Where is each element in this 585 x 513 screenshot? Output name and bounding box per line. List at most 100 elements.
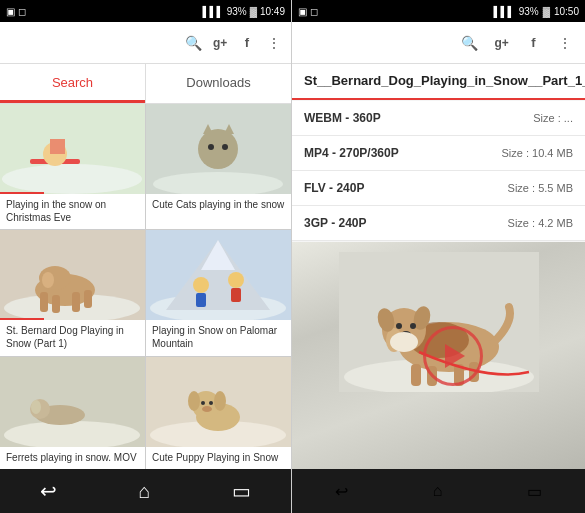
back-button-left[interactable]: ↩ [28,473,69,509]
svg-point-25 [193,277,209,293]
svg-point-20 [42,272,54,288]
format-row-0[interactable]: WEBM - 360P Size : ... [292,101,585,136]
home-button-left[interactable]: ⌂ [126,474,162,509]
svg-point-42 [202,406,212,412]
right-status-bar: ▣ ◻ ▌▌▌ 93% ▓ 10:50 [292,0,585,22]
video-preview-box[interactable] [292,242,585,469]
right-status-icons: ▌▌▌ 93% ▓ 10:49 [202,6,285,17]
right-clock: 10:50 [554,6,579,17]
googleplus-icon[interactable]: g+ [211,29,230,57]
left-search-input[interactable]: playing in snow [8,35,176,50]
search-icon[interactable]: 🔍 [184,29,203,57]
video-card-4[interactable]: Playing in Snow on Palomar Mountain [146,230,291,355]
svg-point-39 [214,391,226,411]
svg-rect-16 [40,292,48,312]
svg-point-52 [410,323,416,329]
play-button-overlay[interactable] [423,326,483,386]
video-title-3: St. Bernard Dog Playing in Snow (Part 1) [0,320,145,354]
format-size-2: Size : 5.5 MB [508,182,573,194]
facebook-icon[interactable]: f [238,29,257,57]
more-menu-icon[interactable]: ⋮ [264,29,283,57]
video-card-2[interactable]: Cute Cats playing in the snow [146,104,291,229]
video-thumb-6 [146,357,291,447]
svg-point-7 [198,129,238,169]
right-search-icon[interactable]: 🔍 [458,29,482,57]
left-bottom-nav: ↩ ⌂ ▭ [0,469,291,513]
video-card-6[interactable]: Cute Puppy Playing in Snow [146,357,291,469]
svg-rect-54 [411,364,421,386]
signal-bar-icon: ▌▌▌ [202,6,223,17]
svg-point-40 [201,401,205,405]
format-row-1[interactable]: MP4 - 270P/360P Size : 10.4 MB [292,136,585,171]
format-size-3: Size : 4.2 MB [508,217,573,229]
right-signal-percent: 93% [519,6,539,17]
tab-search[interactable]: Search [0,64,145,103]
video-card-5[interactable]: Ferrets playing in snow. MOV [0,357,145,469]
right-status-right-icons: ▌▌▌ 93% ▓ 10:50 [493,6,579,17]
left-status-icons: ▣ ◻ [6,6,26,17]
home-button-right[interactable]: ⌂ [433,482,443,500]
svg-point-58 [390,332,418,352]
svg-point-38 [188,391,200,411]
video-card-3[interactable]: St. Bernard Dog Playing in Snow (Part 1) [0,230,145,355]
video-title-2: Cute Cats playing in the snow [146,194,291,215]
thumb-svg-2 [146,104,291,194]
format-row-2[interactable]: FLV - 240P Size : 5.5 MB [292,171,585,206]
right-panel: ▣ ◻ ▌▌▌ 93% ▓ 10:50 playing in snow 🔍 g+… [292,0,585,513]
right-search-input[interactable]: playing in snow [300,36,450,50]
clock: 10:49 [260,6,285,17]
recents-button-left[interactable]: ▭ [220,473,263,509]
right-bottom-nav: ↩ ⌂ ▭ [292,469,585,513]
thumb-svg-6 [146,357,291,447]
thumb-svg-3 [0,230,145,320]
tab-downloads[interactable]: Downloads [146,64,291,103]
format-name-3: 3GP - 240P [304,216,366,230]
signal-percent: 93% [227,6,247,17]
right-battery-icon: ▓ [543,6,550,17]
play-triangle-icon [445,344,465,368]
video-title-1: Playing in the snow on Christmas Eve [0,194,145,228]
video-title-5: Ferrets playing in snow. MOV [0,447,145,468]
video-thumb-5 [0,357,145,447]
svg-rect-17 [52,295,60,313]
video-title-6: Cute Puppy Playing in Snow [146,447,291,468]
left-panel: ▣ ◻ ▌▌▌ 93% ▓ 10:49 playing in snow 🔍 g+… [0,0,292,513]
svg-rect-19 [84,290,92,308]
svg-point-41 [209,401,213,405]
thumb-svg-5 [0,357,145,447]
format-size-1: Size : 10.4 MB [501,147,573,159]
progress-bar-1 [0,192,44,194]
back-button-right[interactable]: ↩ [335,482,348,501]
format-row-3[interactable]: 3GP - 240P Size : 4.2 MB [292,206,585,241]
left-search-bar: playing in snow 🔍 g+ f ⋮ [0,22,291,64]
video-thumb-3 [0,230,145,320]
right-googleplus-icon[interactable]: g+ [490,29,514,57]
right-facebook-icon[interactable]: f [522,29,546,57]
progress-bar-3 [0,318,44,320]
right-search-bar: playing in snow 🔍 g+ f ⋮ [292,22,585,64]
right-status-left-icons: ▣ ◻ [298,6,318,17]
tab-bar: Search Downloads [0,64,291,104]
video-thumb-1 [0,104,145,194]
svg-point-27 [228,272,244,288]
video-grid: Playing in the snow on Christmas Eve Cut… [0,104,291,469]
video-thumb-4 [146,230,291,320]
svg-point-11 [222,144,228,150]
svg-point-33 [31,400,41,414]
left-status-bar: ▣ ◻ ▌▌▌ 93% ▓ 10:49 [0,0,291,22]
right-more-menu-icon[interactable]: ⋮ [553,29,577,57]
video-card-1[interactable]: Playing in the snow on Christmas Eve [0,104,145,229]
video-title-4: Playing in Snow on Palomar Mountain [146,320,291,354]
video-thumb-2 [146,104,291,194]
file-title: St__Bernard_Dog_Playing_in_Snow__Part_1_ [304,72,573,90]
svg-point-10 [208,144,214,150]
format-list: WEBM - 360P Size : ... MP4 - 270P/360P S… [292,101,585,241]
notification-icon: ▣ [6,6,15,17]
svg-rect-28 [231,288,241,302]
recents-button-right[interactable]: ▭ [527,482,542,501]
format-name-0: WEBM - 360P [304,111,381,125]
svg-rect-18 [72,292,80,312]
format-name-2: FLV - 240P [304,181,364,195]
video-preview-image [292,242,585,469]
battery-icon: ▓ [250,6,257,17]
